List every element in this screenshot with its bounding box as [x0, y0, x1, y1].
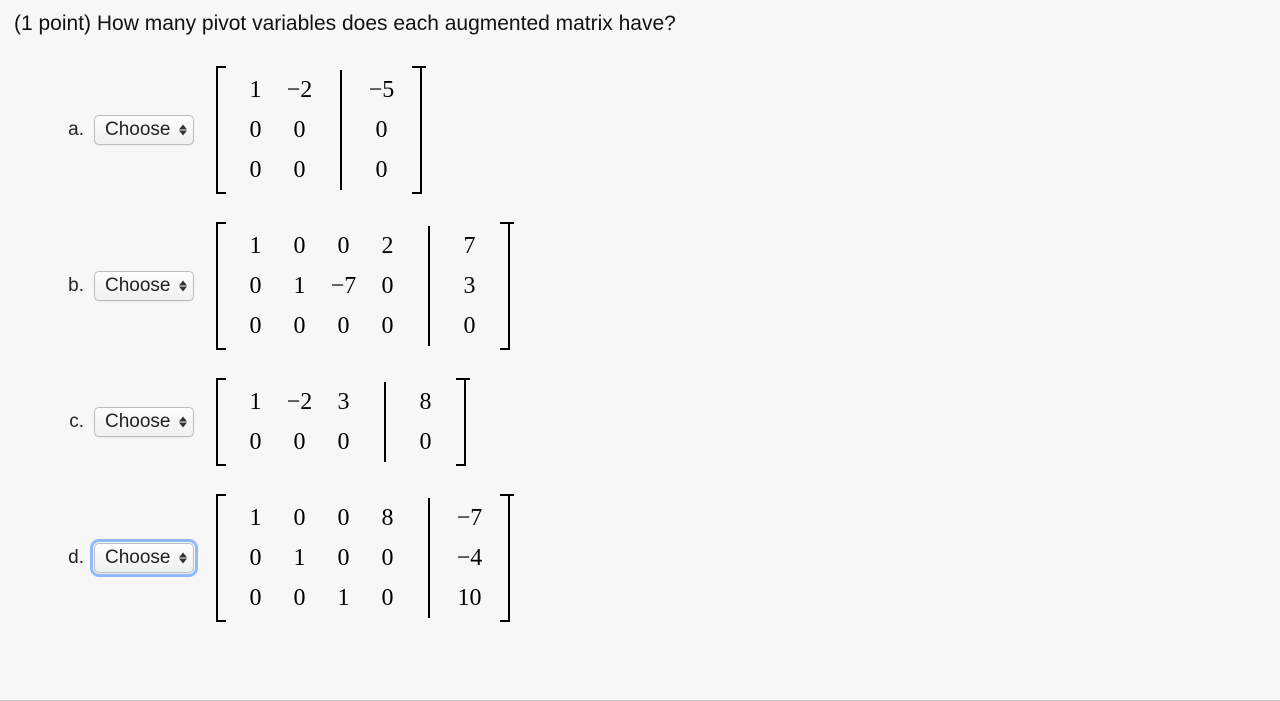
matrix-row: 1−23 [234, 382, 366, 422]
matrix-cell: 0 [278, 429, 322, 456]
updown-icon [179, 125, 187, 136]
matrix-row: 0 [448, 306, 492, 346]
matrix-row: 0010 [234, 578, 410, 618]
matrix-cell: 0 [366, 585, 410, 612]
part-b-label: b. [62, 275, 84, 297]
matrix-row: −4 [448, 538, 492, 578]
matrix-cell: 1 [278, 273, 322, 300]
part-b-row: b. Choose 100201−700000 730 [62, 222, 1266, 350]
part-c-select[interactable]: Choose [94, 407, 194, 437]
matrix-cell: 3 [322, 389, 366, 416]
select-text: Choose [105, 411, 171, 433]
matrix-cell: 0 [322, 429, 366, 456]
part-c-label: c. [62, 411, 84, 433]
matrix-cell: 0 [322, 233, 366, 260]
part-d-select[interactable]: Choose [94, 543, 194, 573]
matrix-cell: 7 [448, 233, 492, 260]
matrix-cell: 0 [322, 505, 366, 532]
matrix-row: 1002 [234, 226, 410, 266]
matrix-c: 1−23000 80 [212, 378, 470, 466]
matrix-cell: 0 [234, 117, 278, 144]
updown-icon [179, 417, 187, 428]
matrix-row: 000 [234, 422, 366, 462]
matrix-cell: 0 [360, 157, 404, 184]
matrix-cell: 1 [278, 545, 322, 572]
matrix-row: 10 [448, 578, 492, 618]
matrix-cell: 0 [234, 429, 278, 456]
matrix-cell: 1 [234, 389, 278, 416]
part-d-row: d. Choose 100801000010 −7−410 [62, 494, 1266, 622]
matrix-cell: 0 [366, 273, 410, 300]
matrix-cell: 0 [404, 429, 448, 456]
matrix-cell: 2 [366, 233, 410, 260]
matrix-row: −7 [448, 498, 492, 538]
matrix-cell: 0 [234, 313, 278, 340]
matrix-cell: 0 [234, 273, 278, 300]
matrix-cell: 0 [278, 157, 322, 184]
matrix-row: 8 [404, 382, 448, 422]
matrix-cell: 0 [234, 157, 278, 184]
matrix-cell: −7 [322, 273, 366, 300]
matrix-cell: −7 [448, 505, 492, 532]
matrix-row: 0000 [234, 306, 410, 346]
matrix-cell: 0 [366, 313, 410, 340]
matrix-row: 1008 [234, 498, 410, 538]
part-a-label: a. [62, 119, 84, 141]
matrix-cell: 10 [448, 585, 492, 612]
select-text: Choose [105, 119, 171, 141]
matrix-cell: 1 [234, 233, 278, 260]
matrix-cell: 8 [366, 505, 410, 532]
matrix-cell: 0 [366, 545, 410, 572]
matrix-row: 1−2 [234, 70, 322, 110]
matrix-row: 00 [234, 150, 322, 190]
matrix-row: 0100 [234, 538, 410, 578]
matrix-cell: −5 [360, 77, 404, 104]
matrix-row: 0 [360, 110, 404, 150]
select-text: Choose [105, 547, 171, 569]
matrix-cell: −2 [278, 389, 322, 416]
matrix-cell: −2 [278, 77, 322, 104]
updown-icon [179, 281, 187, 292]
matrix-d: 100801000010 −7−410 [212, 494, 514, 622]
matrix-cell: 0 [278, 505, 322, 532]
matrix-cell: 1 [234, 77, 278, 104]
matrix-row: 01−70 [234, 266, 410, 306]
matrix-cell: 8 [404, 389, 448, 416]
matrix-cell: 0 [278, 585, 322, 612]
matrix-cell: 0 [448, 313, 492, 340]
part-d-label: d. [62, 547, 84, 569]
matrix-b: 100201−700000 730 [212, 222, 514, 350]
matrix-cell: 0 [322, 545, 366, 572]
matrix-row: −5 [360, 70, 404, 110]
part-c-row: c. Choose 1−23000 80 [62, 378, 1266, 466]
matrix-row: 0 [360, 150, 404, 190]
matrix-cell: 0 [234, 585, 278, 612]
matrix-row: 7 [448, 226, 492, 266]
part-b-select[interactable]: Choose [94, 271, 194, 301]
matrix-cell: 0 [322, 313, 366, 340]
matrix-a: 1−20000 −500 [212, 66, 426, 194]
part-a-row: a. Choose 1−20000 −500 [62, 66, 1266, 194]
updown-icon [179, 553, 187, 564]
matrix-cell: 0 [360, 117, 404, 144]
select-text: Choose [105, 275, 171, 297]
matrix-cell: 0 [278, 313, 322, 340]
matrix-cell: 1 [234, 505, 278, 532]
part-a-select[interactable]: Choose [94, 115, 194, 145]
matrix-row: 0 [404, 422, 448, 462]
matrix-cell: 3 [448, 273, 492, 300]
problem-container: (1 point) How many pivot variables does … [0, 0, 1280, 701]
matrix-cell: −4 [448, 545, 492, 572]
matrix-cell: 0 [278, 233, 322, 260]
matrix-row: 3 [448, 266, 492, 306]
matrix-cell: 1 [322, 585, 366, 612]
matrix-row: 00 [234, 110, 322, 150]
question-text: (1 point) How many pivot variables does … [14, 12, 1266, 36]
matrix-cell: 0 [278, 117, 322, 144]
matrix-cell: 0 [234, 545, 278, 572]
